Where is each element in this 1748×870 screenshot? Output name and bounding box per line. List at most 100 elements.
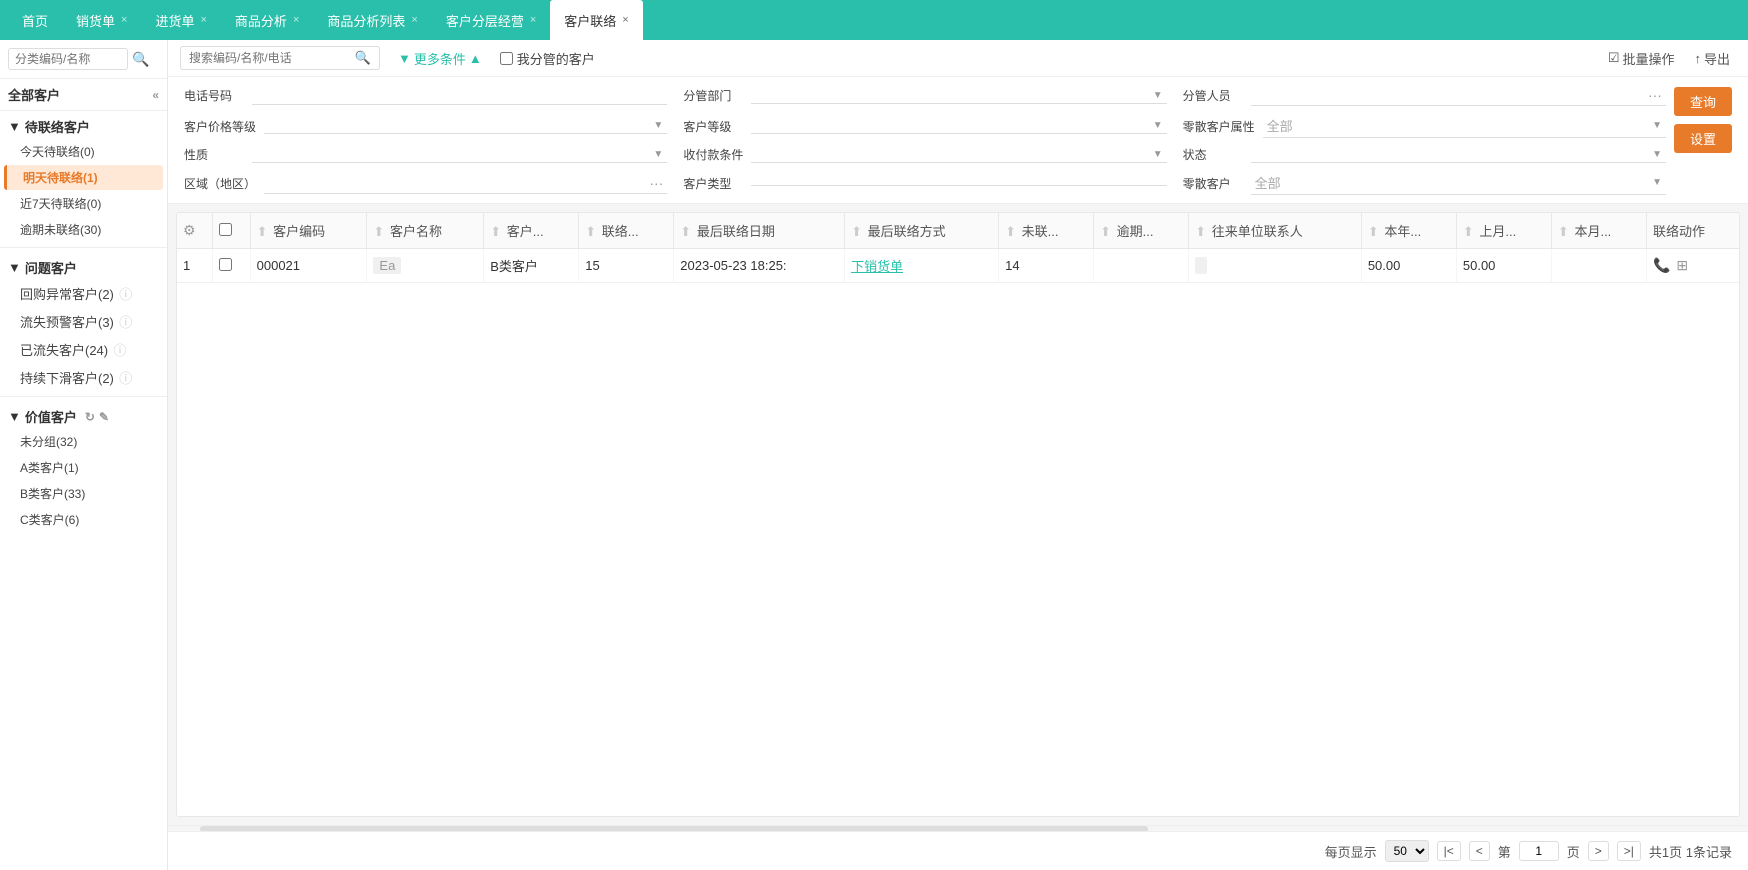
main-search-input[interactable] <box>189 51 351 65</box>
per-page-select[interactable]: 50 <box>1385 840 1429 862</box>
last-page-btn[interactable]: >| <box>1617 841 1641 861</box>
main-search-area[interactable]: 🔍 <box>180 46 380 70</box>
filter-row-2: 客户价格等级 ▼ 客户等级 ▼ <box>184 114 1666 138</box>
prev-page-btn[interactable]: < <box>1469 841 1490 861</box>
sidebar-item-class-c[interactable]: C类客户(6) <box>4 507 163 532</box>
sidebar-item-churned[interactable]: 已流失客户(24) ⓘ <box>4 336 163 363</box>
retail-customer-label: 零散客户 <box>1183 175 1243 192</box>
manager-select[interactable]: ··· <box>1251 85 1666 106</box>
close-customer-contact-icon[interactable]: × <box>622 14 628 26</box>
sidebar-all-customers[interactable]: 全部客户 « <box>0 79 167 111</box>
sidebar-item-7days-contact[interactable]: 近7天待联络(0) <box>4 191 163 216</box>
customer-grade-select[interactable]: ▼ <box>751 118 1166 134</box>
cell-last-method: 下销货单 <box>845 249 999 283</box>
filter-icon: ▼ <box>398 51 411 66</box>
row-checkbox[interactable] <box>219 258 232 271</box>
customer-type-select[interactable] <box>751 181 1166 186</box>
col-this-month-sort: ⬆ <box>1558 224 1569 239</box>
sidebar: 🔍 全部客户 « ▼ 待联络客户 今天待联络(0) 明天待联络(1) 近7天待联… <box>0 40 168 870</box>
group-title-value[interactable]: ▼ 价值客户 ↻ ✎ <box>0 401 167 428</box>
settings-btn[interactable]: 设置 <box>1674 124 1732 153</box>
next-page-btn[interactable]: > <box>1588 841 1609 861</box>
filter-field-retail-attr: 零散客户属性 全部 ▼ <box>1183 114 1666 138</box>
first-page-btn[interactable]: |< <box>1437 841 1461 861</box>
my-customers-filter[interactable]: 我分管的客户 <box>500 49 595 68</box>
col-overdue: ⬆ 逾期... <box>1094 213 1189 249</box>
my-customers-checkbox[interactable] <box>500 52 513 65</box>
sidebar-item-ungrouped[interactable]: 未分组(32) <box>4 429 163 454</box>
query-btn[interactable]: 查询 <box>1674 87 1732 116</box>
payment-select[interactable]: ▼ <box>751 147 1166 163</box>
retail-customer-select[interactable]: 全部 ▼ <box>1251 171 1666 195</box>
edit-icon[interactable]: ✎ <box>99 410 109 424</box>
group-pending-triangle: ▼ <box>8 119 21 134</box>
payment-label: 收付款条件 <box>683 146 743 163</box>
contact-person-masked <box>1195 257 1207 274</box>
sidebar-search-input[interactable] <box>8 48 128 70</box>
batch-ops-btn[interactable]: ☑ 批量操作 <box>1602 47 1681 70</box>
region-dots[interactable]: ··· <box>649 175 663 191</box>
sidebar-item-churn-warning[interactable]: 流失预警客户(3) ⓘ <box>4 308 163 335</box>
advanced-filter-panel: 电话号码 分管部门 ▼ 分管人员 <box>168 77 1748 204</box>
nav-product-analysis-list[interactable]: 商品分析列表 × <box>313 0 431 40</box>
group-problem-triangle: ▼ <box>8 260 21 275</box>
sidebar-group-problem: ▼ 问题客户 回购异常客户(2) ⓘ 流失预警客户(3) ⓘ 已流失客户(24)… <box>0 252 167 392</box>
nav-product-analysis[interactable]: 商品分析 × <box>221 0 313 40</box>
col-contact-person-sort: ⬆ <box>1195 224 1206 239</box>
filter-field-customer-grade: 客户等级 ▼ <box>683 118 1166 135</box>
close-purchase-order-icon[interactable]: × <box>200 14 206 26</box>
nav-customer-contact[interactable]: 客户联络 × <box>550 0 642 40</box>
col-uncontacted-label: 未联... <box>1022 224 1059 239</box>
col-this-year: ⬆ 本年... <box>1361 213 1456 249</box>
sidebar-item-class-a[interactable]: A类客户(1) <box>4 455 163 480</box>
region-select[interactable]: ··· <box>264 173 667 194</box>
main-search-icon[interactable]: 🔍 <box>355 50 371 66</box>
customer-grade-label: 客户等级 <box>683 118 743 135</box>
page-suffix-label: 页 <box>1567 842 1580 861</box>
page-number-input[interactable] <box>1519 841 1559 861</box>
cell-last-date: 2023-05-23 18:25: <box>674 249 845 283</box>
nav-purchase-order[interactable]: 进货单 × <box>141 0 220 40</box>
table-gear-icon[interactable]: ⚙ <box>183 222 196 238</box>
more-conditions-btn[interactable]: ▼ 更多条件 ▲ <box>392 47 488 70</box>
sidebar-item-class-b[interactable]: B类客户(33) <box>4 481 163 506</box>
manager-dots[interactable]: ··· <box>1648 87 1662 103</box>
refresh-icon[interactable]: ↻ <box>85 410 95 424</box>
last-method-link[interactable]: 下销货单 <box>851 259 903 274</box>
close-customer-tier-icon[interactable]: × <box>530 14 536 26</box>
nature-select[interactable]: ▼ <box>252 147 667 163</box>
dept-label: 分管部门 <box>683 87 743 104</box>
export-btn[interactable]: ↑ 导出 <box>1688 47 1736 70</box>
col-action: 联络动作 <box>1646 213 1739 249</box>
sidebar-item-declining[interactable]: 持续下滑客户(2) ⓘ <box>4 364 163 391</box>
price-grade-select[interactable]: ▼ <box>264 118 667 134</box>
col-uncontacted: ⬆ 未联... <box>999 213 1094 249</box>
sidebar-search-icon[interactable]: 🔍 <box>132 51 149 68</box>
group-title-problem[interactable]: ▼ 问题客户 <box>0 252 167 279</box>
col-contact-count-sort: ⬆ <box>585 224 596 239</box>
nav-home[interactable]: 首页 <box>8 0 62 40</box>
sidebar-collapse-icon[interactable]: « <box>152 88 159 102</box>
close-product-analysis-icon[interactable]: × <box>293 14 299 26</box>
phone-input[interactable] <box>252 86 667 105</box>
sidebar-divider-1 <box>0 247 167 248</box>
retail-attr-select[interactable]: 全部 ▼ <box>1263 114 1666 138</box>
nav-sales-order[interactable]: 销货单 × <box>62 0 141 40</box>
status-caret: ▼ <box>1652 149 1662 160</box>
status-select[interactable]: ▼ <box>1251 147 1666 163</box>
close-sales-order-icon[interactable]: × <box>121 14 127 26</box>
sidebar-item-tomorrow-contact[interactable]: 明天待联络(1) <box>4 165 163 190</box>
action-phone-icon[interactable]: 📞 <box>1653 257 1670 274</box>
col-gear: ⚙ <box>177 213 213 249</box>
action-menu-icon[interactable]: ⊞ <box>1676 257 1688 274</box>
group-title-pending[interactable]: ▼ 待联络客户 <box>0 111 167 138</box>
sidebar-group-value: ▼ 价值客户 ↻ ✎ 未分组(32) A类客户(1) B类客户(33) C类客户… <box>0 401 167 533</box>
close-product-analysis-list-icon[interactable]: × <box>411 14 417 26</box>
nav-customer-tier[interactable]: 客户分层经营 × <box>432 0 550 40</box>
dept-select[interactable]: ▼ <box>751 88 1166 104</box>
select-all-checkbox[interactable] <box>219 223 232 236</box>
export-icon: ↑ <box>1694 51 1701 66</box>
sidebar-item-abnormal-repurchase[interactable]: 回购异常客户(2) ⓘ <box>4 280 163 307</box>
sidebar-item-overdue-contact[interactable]: 逾期未联络(30) <box>4 217 163 242</box>
sidebar-item-today-contact[interactable]: 今天待联络(0) <box>4 139 163 164</box>
